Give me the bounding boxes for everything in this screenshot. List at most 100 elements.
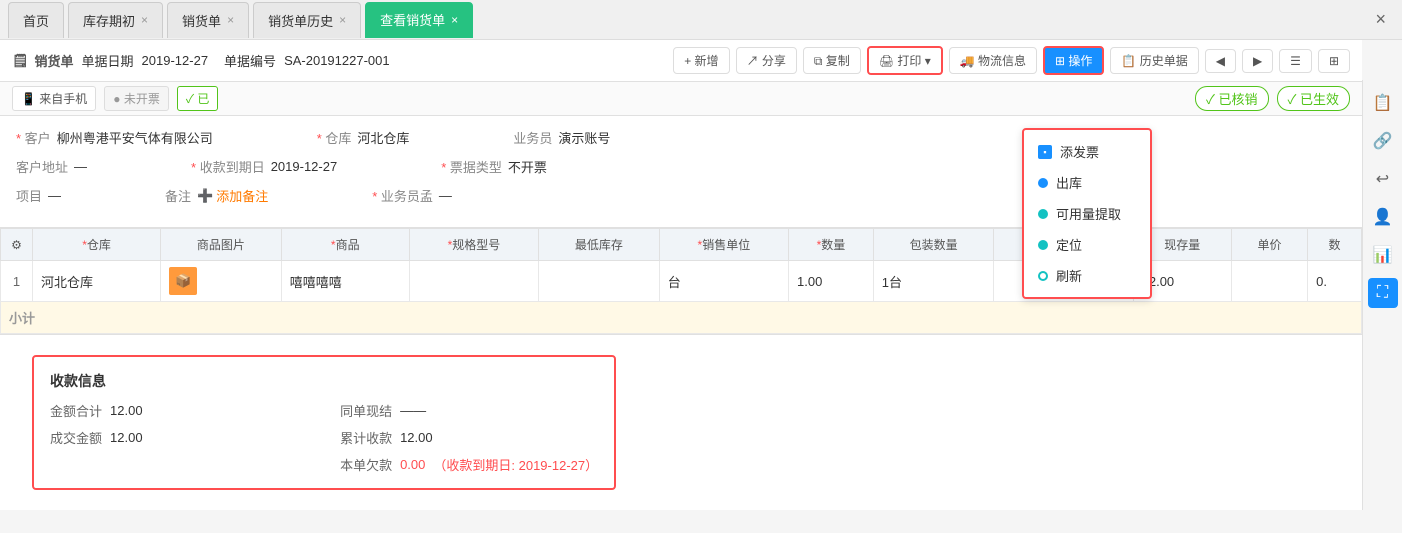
locate-label: 定位 xyxy=(1056,235,1082,254)
tab-sales-close[interactable]: × xyxy=(227,13,234,27)
warehouse-value: 河北仓库 xyxy=(357,128,409,147)
row-min-stock xyxy=(539,261,660,302)
row-pkg-qty: 1台 xyxy=(873,261,994,302)
main-content: 🗒 销货单 单据日期 2019-12-27 单据编号 SA-20191227-0… xyxy=(0,40,1402,510)
window-close[interactable]: × xyxy=(1367,9,1394,30)
total-label: 金额合计 xyxy=(50,401,102,420)
th-price: 单价 xyxy=(1232,229,1308,261)
doc-meta: 单据日期 2019-12-27 单据编号 SA-20191227-001 xyxy=(82,51,390,70)
tab-history[interactable]: 销货单历史 × xyxy=(253,2,361,38)
tab-view-sales[interactable]: 查看销货单 × xyxy=(365,2,473,38)
th-product: *商品 xyxy=(281,229,409,261)
row-product: 嘻嘻嘻嘻 xyxy=(281,261,409,302)
tab-history-label: 销货单历史 xyxy=(268,11,333,30)
settle-label: 同单现结 xyxy=(340,401,392,420)
tab-home-label: 首页 xyxy=(23,11,49,30)
settle-value: —— xyxy=(400,403,426,418)
sidebar-icon-doc[interactable]: 📋 xyxy=(1368,88,1398,118)
view-toggle-list[interactable]: ☰ xyxy=(1279,49,1312,73)
refresh-icon-wrap xyxy=(1038,271,1048,281)
sidebar-icon-expand[interactable]: ⛶ xyxy=(1368,278,1398,308)
address-field: 客户地址 — xyxy=(16,157,87,176)
add-invoice-label: 添发票 xyxy=(1060,142,1099,161)
doc-icon: 🗒 xyxy=(12,53,29,69)
payment-row-settle: 同单现结 —— xyxy=(340,401,598,420)
available-qty-icon-wrap xyxy=(1038,209,1048,219)
subtotal-row: 小计 xyxy=(1,302,1362,334)
sold-status: ✓ 已核销 xyxy=(1195,86,1269,111)
outbound-label: 出库 xyxy=(1056,173,1082,192)
refresh-label: 刷新 xyxy=(1056,266,1082,285)
sidebar-icon-back[interactable]: ↩ xyxy=(1368,164,1398,194)
nav-prev[interactable]: ◀ xyxy=(1205,49,1236,73)
overdue-value: 0.00 xyxy=(400,457,425,472)
th-warehouse: *仓库 xyxy=(33,229,161,261)
payment-grid: 金额合计 12.00 成交金额 12.00 同单现结 —— xyxy=(50,401,598,474)
product-table: ⚙ *仓库 商品图片 *商品 *规格型号 最低库存 *销售单位 *数量 包装数量… xyxy=(0,228,1362,334)
no-label: 单据编号 xyxy=(224,51,276,70)
copy-button[interactable]: ⧉ 复制 xyxy=(803,47,861,74)
project-label: 项目 xyxy=(16,186,42,205)
menu-add-invoice[interactable]: ▪ 添发票 xyxy=(1024,136,1150,167)
th-settings[interactable]: ⚙ xyxy=(1,229,33,261)
row-warehouse: 河北仓库 xyxy=(33,261,161,302)
tab-history-close[interactable]: × xyxy=(339,13,346,27)
menu-locate[interactable]: 定位 xyxy=(1024,229,1150,260)
effect-status: ✓ 已生效 xyxy=(1277,86,1351,111)
project-value: — xyxy=(48,188,61,203)
history-docs-button[interactable]: 📋 历史单据 xyxy=(1110,47,1198,74)
row-num: 1 xyxy=(1,261,33,302)
right-sidebar: 📋 🔗 ↩ 👤 📊 ⛶ xyxy=(1362,80,1402,510)
tab-sales-label: 销货单 xyxy=(182,11,221,30)
outbound-icon-wrap xyxy=(1038,178,1048,188)
note-label: 备注 xyxy=(165,186,191,205)
overdue-label: 本单欠款 xyxy=(340,455,392,474)
ticket-value: 不开票 xyxy=(508,157,547,176)
from-mobile-button[interactable]: 📱 来自手机 xyxy=(12,86,96,111)
th-product-img: 商品图片 xyxy=(161,229,282,261)
menu-available-qty[interactable]: 可用量提取 xyxy=(1024,198,1150,229)
ticket-label: 票据类型 xyxy=(441,157,502,176)
checked-button[interactable]: ✓ 已 xyxy=(177,86,219,111)
customer-value: 柳州粤港平安气体有限公司 xyxy=(57,128,213,147)
row-spec xyxy=(409,261,538,302)
address-label: 客户地址 xyxy=(16,157,68,176)
doc-type-label: 销货单 xyxy=(35,51,74,70)
product-table-wrapper: ⚙ *仓库 商品图片 *商品 *规格型号 最低库存 *销售单位 *数量 包装数量… xyxy=(0,228,1362,335)
add-button[interactable]: + 新增 xyxy=(673,47,729,74)
menu-refresh[interactable]: 刷新 xyxy=(1024,260,1150,291)
share-button[interactable]: ↗ 分享 xyxy=(736,47,797,74)
payment-col-left: 金额合计 12.00 成交金额 12.00 xyxy=(50,401,308,474)
cumulative-value: 12.00 xyxy=(400,430,433,445)
nav-next[interactable]: ▶ xyxy=(1242,49,1273,73)
add-note-button[interactable]: ➕ 添加备注 xyxy=(197,186,268,205)
menu-outbound[interactable]: 出库 xyxy=(1024,167,1150,198)
ticket-field: 票据类型 不开票 xyxy=(441,157,547,176)
operation-button[interactable]: ⊞ 操作 xyxy=(1043,46,1104,75)
available-qty-label: 可用量提取 xyxy=(1056,204,1121,223)
doc-area: 🗒 销货单 单据日期 2019-12-27 单据编号 SA-20191227-0… xyxy=(0,40,1362,510)
sidebar-icon-chart[interactable]: 📊 xyxy=(1368,240,1398,270)
overdue-date: （收款到期日: 2019-12-27） xyxy=(433,455,598,474)
tab-inventory-close[interactable]: × xyxy=(141,13,148,27)
cumulative-label: 累计收款 xyxy=(340,428,392,447)
sidebar-icon-user[interactable]: 👤 xyxy=(1368,202,1398,232)
tab-home[interactable]: 首页 xyxy=(8,2,64,38)
tab-inventory[interactable]: 库存期初 × xyxy=(68,2,163,38)
sidebar-icon-link[interactable]: 🔗 xyxy=(1368,126,1398,156)
th-pkg-qty: 包装数量 xyxy=(873,229,994,261)
row-price xyxy=(1232,261,1308,302)
refresh-icon xyxy=(1038,271,1048,281)
print-button[interactable]: 🖨 打印 ▾ xyxy=(867,46,943,75)
tab-view-sales-close[interactable]: × xyxy=(451,13,458,27)
sales-field: 业务员孟 — xyxy=(372,186,452,205)
tab-sales[interactable]: 销货单 × xyxy=(167,2,249,38)
view-toggle-grid[interactable]: ⊞ xyxy=(1318,49,1350,73)
doc-title-area: 🗒 销货单 xyxy=(12,51,74,70)
payment-row-overdue: 本单欠款 0.00 （收款到期日: 2019-12-27） xyxy=(340,455,598,474)
not-invoiced-button[interactable]: ● 未开票 xyxy=(104,86,169,111)
employee-label: 业务员 xyxy=(513,128,552,147)
warehouse-field: 仓库 河北仓库 xyxy=(317,128,410,147)
locate-icon xyxy=(1038,240,1048,250)
logistics-button[interactable]: 🚚 物流信息 xyxy=(949,47,1037,74)
